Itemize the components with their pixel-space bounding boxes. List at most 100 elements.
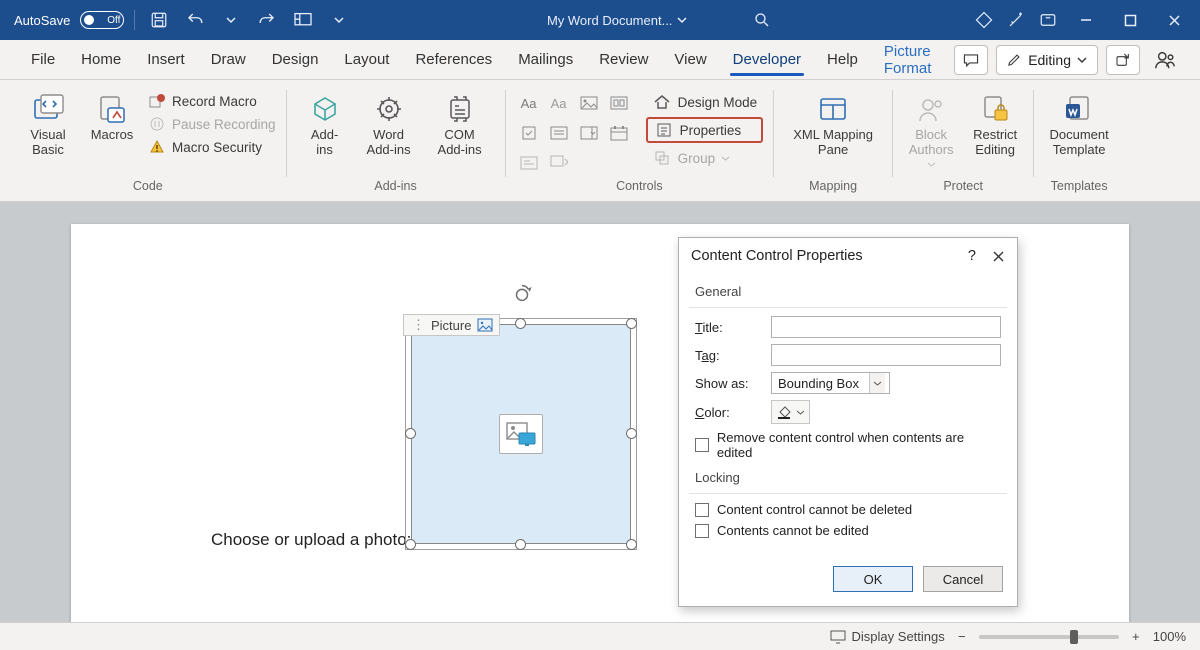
visual-basic-button[interactable]: Visual Basic [20, 90, 76, 158]
insert-picture-icon[interactable] [499, 414, 543, 454]
rotate-handle-icon[interactable] [511, 282, 531, 302]
tab-view[interactable]: View [661, 41, 719, 79]
resize-handle[interactable] [405, 539, 416, 550]
controls-gallery: Aa Aa [516, 90, 632, 176]
checkbox-control-icon[interactable] [516, 120, 542, 146]
tab-picture-format[interactable]: Picture Format [871, 41, 954, 79]
resize-handle[interactable] [405, 428, 416, 439]
addins-button[interactable]: Add- ins [297, 90, 353, 158]
design-mode-icon [652, 92, 672, 112]
display-settings-button[interactable]: Display Settings [830, 629, 945, 644]
cannot-delete-checkbox[interactable]: Content control cannot be deleted [695, 502, 1001, 517]
date-picker-control-icon[interactable] [606, 120, 632, 146]
share-button[interactable] [1106, 45, 1140, 75]
redo-icon[interactable] [253, 6, 281, 34]
resize-handle[interactable] [626, 318, 637, 329]
qat-icon[interactable] [289, 6, 317, 34]
show-as-dropdown[interactable]: Bounding Box [771, 372, 890, 394]
repeating-section-control-icon[interactable] [516, 150, 542, 176]
color-picker[interactable] [771, 400, 810, 424]
rich-text-control-icon[interactable]: Aa [516, 90, 542, 116]
record-macro-button[interactable]: Record Macro [148, 92, 276, 110]
group-code: Visual Basic Macros Record Macro Pause R… [10, 84, 286, 199]
legacy-tools-icon[interactable] [546, 150, 572, 176]
resize-handle[interactable] [626, 428, 637, 439]
plain-text-control-icon[interactable]: Aa [546, 90, 572, 116]
tab-layout[interactable]: Layout [331, 41, 402, 79]
diamond-icon[interactable] [970, 6, 998, 34]
cannot-edit-checkbox[interactable]: Contents cannot be edited [695, 523, 1001, 538]
xml-mapping-pane-button[interactable]: XML Mapping Pane [784, 90, 882, 158]
editing-mode-label: Editing [1028, 52, 1071, 68]
tab-review[interactable]: Review [586, 41, 661, 79]
chevron-down-icon [869, 373, 885, 393]
zoom-percent[interactable]: 100% [1153, 629, 1186, 644]
tab-developer[interactable]: Developer [720, 41, 814, 79]
section-general: General [695, 284, 1001, 299]
ok-button[interactable]: OK [833, 566, 913, 592]
chevron-down-icon[interactable] [325, 6, 353, 34]
tab-file[interactable]: File [18, 41, 68, 79]
dropdown-control-icon[interactable] [576, 120, 602, 146]
tab-references[interactable]: References [402, 41, 505, 79]
editing-mode-button[interactable]: Editing [996, 45, 1098, 75]
building-block-control-icon[interactable] [606, 90, 632, 116]
tab-design[interactable]: Design [259, 41, 332, 79]
resize-handle[interactable] [515, 539, 526, 550]
tab-mailings[interactable]: Mailings [505, 41, 586, 79]
tab-insert[interactable]: Insert [134, 41, 198, 79]
undo-icon[interactable] [181, 6, 209, 34]
minimize-button[interactable] [1066, 6, 1106, 34]
search-icon[interactable] [748, 6, 776, 34]
title-actions [970, 6, 1194, 34]
tab-draw[interactable]: Draw [198, 41, 259, 79]
picture-control-icon[interactable] [576, 90, 602, 116]
combobox-control-icon[interactable] [546, 120, 572, 146]
design-mode-label: Design Mode [678, 95, 758, 110]
tab-help[interactable]: Help [814, 41, 871, 79]
section-locking: Locking [695, 470, 1001, 485]
tag-field[interactable] [771, 344, 1001, 366]
group-label-controls: Controls [516, 179, 764, 199]
resize-handle[interactable] [626, 539, 637, 550]
zoom-slider[interactable] [979, 635, 1119, 639]
maximize-button[interactable] [1110, 6, 1150, 34]
group-label-templates: Templates [1044, 179, 1114, 199]
account-button[interactable] [1148, 45, 1182, 75]
zoom-out-button[interactable]: − [955, 629, 969, 644]
word-addins-button[interactable]: Word Add-ins [361, 90, 417, 158]
com-addins-button[interactable]: COM Add-ins [425, 90, 495, 158]
macro-security-button[interactable]: Macro Security [148, 138, 276, 156]
dialog-close-button[interactable] [992, 250, 1005, 263]
save-icon[interactable] [145, 6, 173, 34]
comments-button[interactable] [954, 45, 988, 75]
picture-placeholder[interactable] [411, 324, 631, 544]
display-settings-label: Display Settings [852, 629, 945, 644]
document-page[interactable]: Choose or upload a photo: ⋮ Picture [71, 224, 1129, 622]
restrict-editing-button[interactable]: Restrict Editing [967, 90, 1023, 158]
document-title[interactable]: My Word Document... [547, 13, 688, 28]
content-control-tag[interactable]: ⋮ Picture [403, 314, 500, 336]
document-template-button[interactable]: Document Template [1044, 90, 1114, 158]
resize-handle[interactable] [515, 318, 526, 329]
tab-home[interactable]: Home [68, 41, 134, 79]
design-mode-button[interactable]: Design Mode [646, 90, 764, 114]
com-addins-label: COM Add-ins [438, 128, 482, 158]
separator-icon [134, 10, 135, 30]
cancel-button[interactable]: Cancel [923, 566, 1003, 592]
slider-thumb-icon[interactable] [1070, 630, 1078, 644]
autosave-toggle[interactable]: Off [80, 11, 124, 29]
chevron-down-icon[interactable] [217, 6, 245, 34]
remove-on-edit-checkbox[interactable]: Remove content control when contents are… [695, 430, 1001, 460]
app-icon[interactable] [1034, 6, 1062, 34]
chevron-down-icon [721, 154, 730, 163]
close-button[interactable] [1154, 6, 1194, 34]
zoom-in-button[interactable]: + [1129, 629, 1143, 644]
title-field[interactable] [771, 316, 1001, 338]
wand-icon[interactable] [1002, 6, 1030, 34]
dialog-help-button[interactable]: ? [968, 248, 976, 264]
content-control-properties-dialog: Content Control Properties ? General Tit… [678, 237, 1018, 607]
picture-content-control[interactable]: ⋮ Picture [411, 324, 631, 544]
properties-button[interactable]: Properties [646, 117, 764, 143]
macros-button[interactable]: Macros [84, 90, 140, 143]
